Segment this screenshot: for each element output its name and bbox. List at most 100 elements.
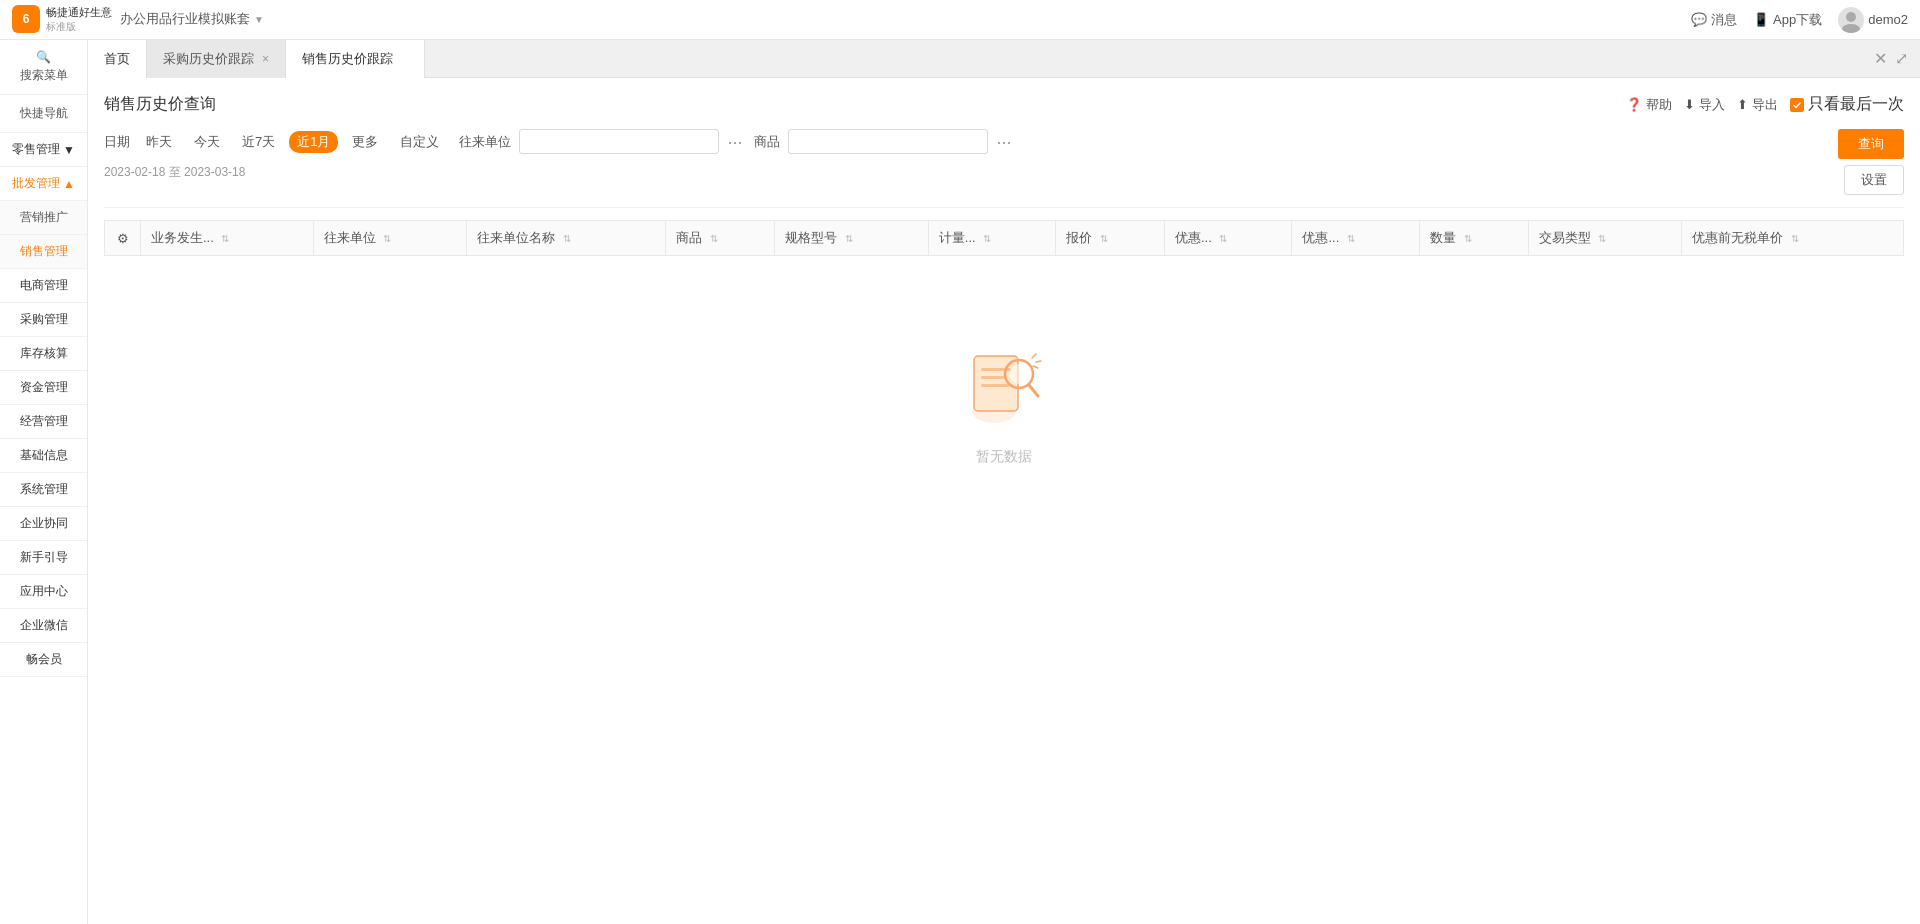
svg-rect-3 (974, 356, 1018, 411)
sidebar: 🔍 搜索菜单 快捷导航 零售管理 ▼ 批发管理 ▲ 营销推广 销售管理 电商管理… (0, 40, 88, 924)
sidebar-item-system[interactable]: 系统管理 (0, 473, 87, 507)
date-custom[interactable]: 自定义 (392, 131, 447, 153)
help-button[interactable]: ❓ 帮助 (1626, 96, 1672, 114)
sidebar-item-purchase[interactable]: 采购管理 (0, 303, 87, 337)
sort-icon: ⇅ (1347, 233, 1355, 244)
tab-sales-history[interactable]: 销售历史价跟踪 × (286, 40, 425, 78)
user-menu[interactable]: demo2 (1838, 7, 1908, 33)
svg-line-10 (1029, 385, 1038, 396)
import-button[interactable]: ⬇ 导入 (1684, 96, 1725, 114)
table-col-qty[interactable]: 数量 ⇅ (1419, 221, 1528, 256)
import-icon: ⬇ (1684, 97, 1695, 112)
sort-icon: ⇅ (1464, 233, 1472, 244)
goods-input[interactable] (788, 129, 988, 154)
sidebar-item-member[interactable]: 畅会员 (0, 643, 87, 677)
sort-icon: ⇅ (845, 233, 853, 244)
sidebar-item-search[interactable]: 🔍 搜索菜单 (0, 40, 87, 95)
settings-button[interactable]: 设置 (1844, 165, 1904, 195)
sidebar-item-retail[interactable]: 零售管理 ▼ (0, 133, 87, 167)
svg-rect-6 (981, 376, 1005, 379)
sidebar-item-basic-info[interactable]: 基础信息 (0, 439, 87, 473)
data-table: ⚙ 业务发生... ⇅ 往来单位 ⇅ 往来单位名称 (104, 220, 1904, 256)
sidebar-item-wholesale[interactable]: 批发管理 ▲ (0, 167, 87, 201)
page-title: 销售历史价查询 (104, 94, 216, 115)
sidebar-item-operation[interactable]: 经营管理 (0, 405, 87, 439)
message-icon: 💬 (1691, 12, 1707, 27)
sidebar-item-ecommerce[interactable]: 电商管理 (0, 269, 87, 303)
tab-sales-history-close[interactable]: × (401, 53, 408, 65)
tab-purchase-history-close[interactable]: × (262, 53, 269, 65)
help-icon: ❓ (1626, 97, 1642, 112)
logo-icon: 6 (12, 5, 40, 33)
goods-dots[interactable]: ··· (996, 133, 1011, 151)
filter-date-group: 日期 昨天 今天 近7天 近1月 更多 自定义 (104, 131, 447, 153)
filter-main: 日期 昨天 今天 近7天 近1月 更多 自定义 往来单位 (104, 129, 1012, 181)
tab-purchase-history[interactable]: 采购历史价跟踪 × (147, 40, 286, 78)
table-col-discount2[interactable]: 优惠... ⇅ (1292, 221, 1420, 256)
table-col-spec[interactable]: 规格型号 ⇅ (775, 221, 929, 256)
tab-fullscreen-button[interactable]: ⤢ (1895, 49, 1908, 68)
sidebar-item-guide[interactable]: 新手引导 (0, 541, 87, 575)
sidebar-item-quick-nav[interactable]: 快捷导航 (0, 95, 87, 133)
table-header-row: ⚙ 业务发生... ⇅ 往来单位 ⇅ 往来单位名称 (105, 221, 1904, 256)
sort-icon: ⇅ (1100, 233, 1108, 244)
sidebar-item-app-center[interactable]: 应用中心 (0, 575, 87, 609)
table-col-partner-code[interactable]: 往来单位 ⇅ (313, 221, 467, 256)
date-yesterday[interactable]: 昨天 (138, 131, 180, 153)
filter-goods-group: 商品 ··· (754, 129, 1011, 154)
svg-point-9 (1009, 364, 1029, 384)
sidebar-item-finance[interactable]: 资金管理 (0, 371, 87, 405)
table-col-price[interactable]: 报价 ⇅ (1056, 221, 1165, 256)
table-col-unit[interactable]: 计量... ⇅ (928, 221, 1056, 256)
svg-line-11 (1032, 354, 1036, 358)
filter-row2: 2023-02-18 至 2023-03-18 (104, 162, 1012, 181)
workspace-selector[interactable]: 办公用品行业模拟账套 ▼ (120, 10, 264, 28)
app-download-button[interactable]: 📱 App下载 (1753, 11, 1822, 29)
date-more[interactable]: 更多 (344, 131, 386, 153)
empty-illustration (954, 336, 1054, 436)
table-wrapper: ⚙ 业务发生... ⇅ 往来单位 ⇅ 往来单位名称 (104, 220, 1904, 546)
table-col-gear[interactable]: ⚙ (105, 221, 141, 256)
tab-close-all-button[interactable]: ✕ (1874, 49, 1887, 68)
query-button[interactable]: 查询 (1838, 129, 1904, 159)
table-col-discount1[interactable]: 优惠... ⇅ (1164, 221, 1292, 256)
table-col-goods[interactable]: 商品 ⇅ (666, 221, 775, 256)
date-today[interactable]: 今天 (186, 131, 228, 153)
table-col-biz-date[interactable]: 业务发生... ⇅ (141, 221, 314, 256)
tab-bar-actions: ✕ ⤢ (1874, 49, 1920, 68)
sidebar-item-enterprise[interactable]: 企业协同 (0, 507, 87, 541)
svg-line-13 (1033, 366, 1038, 368)
svg-point-0 (1846, 12, 1856, 22)
table-col-partner-name[interactable]: 往来单位名称 ⇅ (467, 221, 666, 256)
sidebar-item-wechat[interactable]: 企业微信 (0, 609, 87, 643)
only-last-checkbox[interactable] (1790, 98, 1804, 112)
page-content: 销售历史价查询 ❓ 帮助 ⬇ 导入 ⬆ 导出 (88, 78, 1920, 924)
date-1month[interactable]: 近1月 (289, 131, 338, 153)
sidebar-item-inventory[interactable]: 库存核算 (0, 337, 87, 371)
logo-text: 畅捷通好生意 标准版 (46, 5, 112, 33)
sidebar-item-marketing[interactable]: 营销推广 (0, 201, 87, 235)
svg-rect-7 (981, 384, 1009, 387)
sort-icon: ⇅ (563, 233, 571, 244)
content-area: 首页 采购历史价跟踪 × 销售历史价跟踪 × ✕ ⤢ 销售历史价查询 (88, 40, 1920, 924)
export-icon: ⬆ (1737, 97, 1748, 112)
search-icon: 🔍 (36, 50, 51, 64)
table-col-pretax-price[interactable]: 优惠前无税单价 ⇅ (1682, 221, 1904, 256)
chevron-up-icon: ▲ (63, 177, 75, 191)
sort-icon: ⇅ (383, 233, 391, 244)
table-col-trade-type[interactable]: 交易类型 ⇅ (1528, 221, 1682, 256)
top-bar-left: 6 畅捷通好生意 标准版 办公用品行业模拟账套 ▼ (12, 5, 264, 33)
from-unit-dots[interactable]: ··· (727, 133, 742, 151)
export-button[interactable]: ⬆ 导出 (1737, 96, 1778, 114)
sort-icon: ⇅ (1598, 233, 1606, 244)
message-button[interactable]: 💬 消息 (1691, 11, 1737, 29)
from-unit-input[interactable] (519, 129, 719, 154)
sort-icon: ⇅ (710, 233, 718, 244)
date-7days[interactable]: 近7天 (234, 131, 283, 153)
only-last-checkbox-area[interactable]: 只看最后一次 (1790, 94, 1904, 115)
top-bar-right: 💬 消息 📱 App下载 demo2 (1691, 7, 1908, 33)
filter-row1: 日期 昨天 今天 近7天 近1月 更多 自定义 往来单位 (104, 129, 1012, 154)
empty-text: 暂无数据 (976, 448, 1032, 466)
sidebar-item-sales[interactable]: 销售管理 (0, 235, 87, 269)
tab-home[interactable]: 首页 (88, 40, 147, 78)
